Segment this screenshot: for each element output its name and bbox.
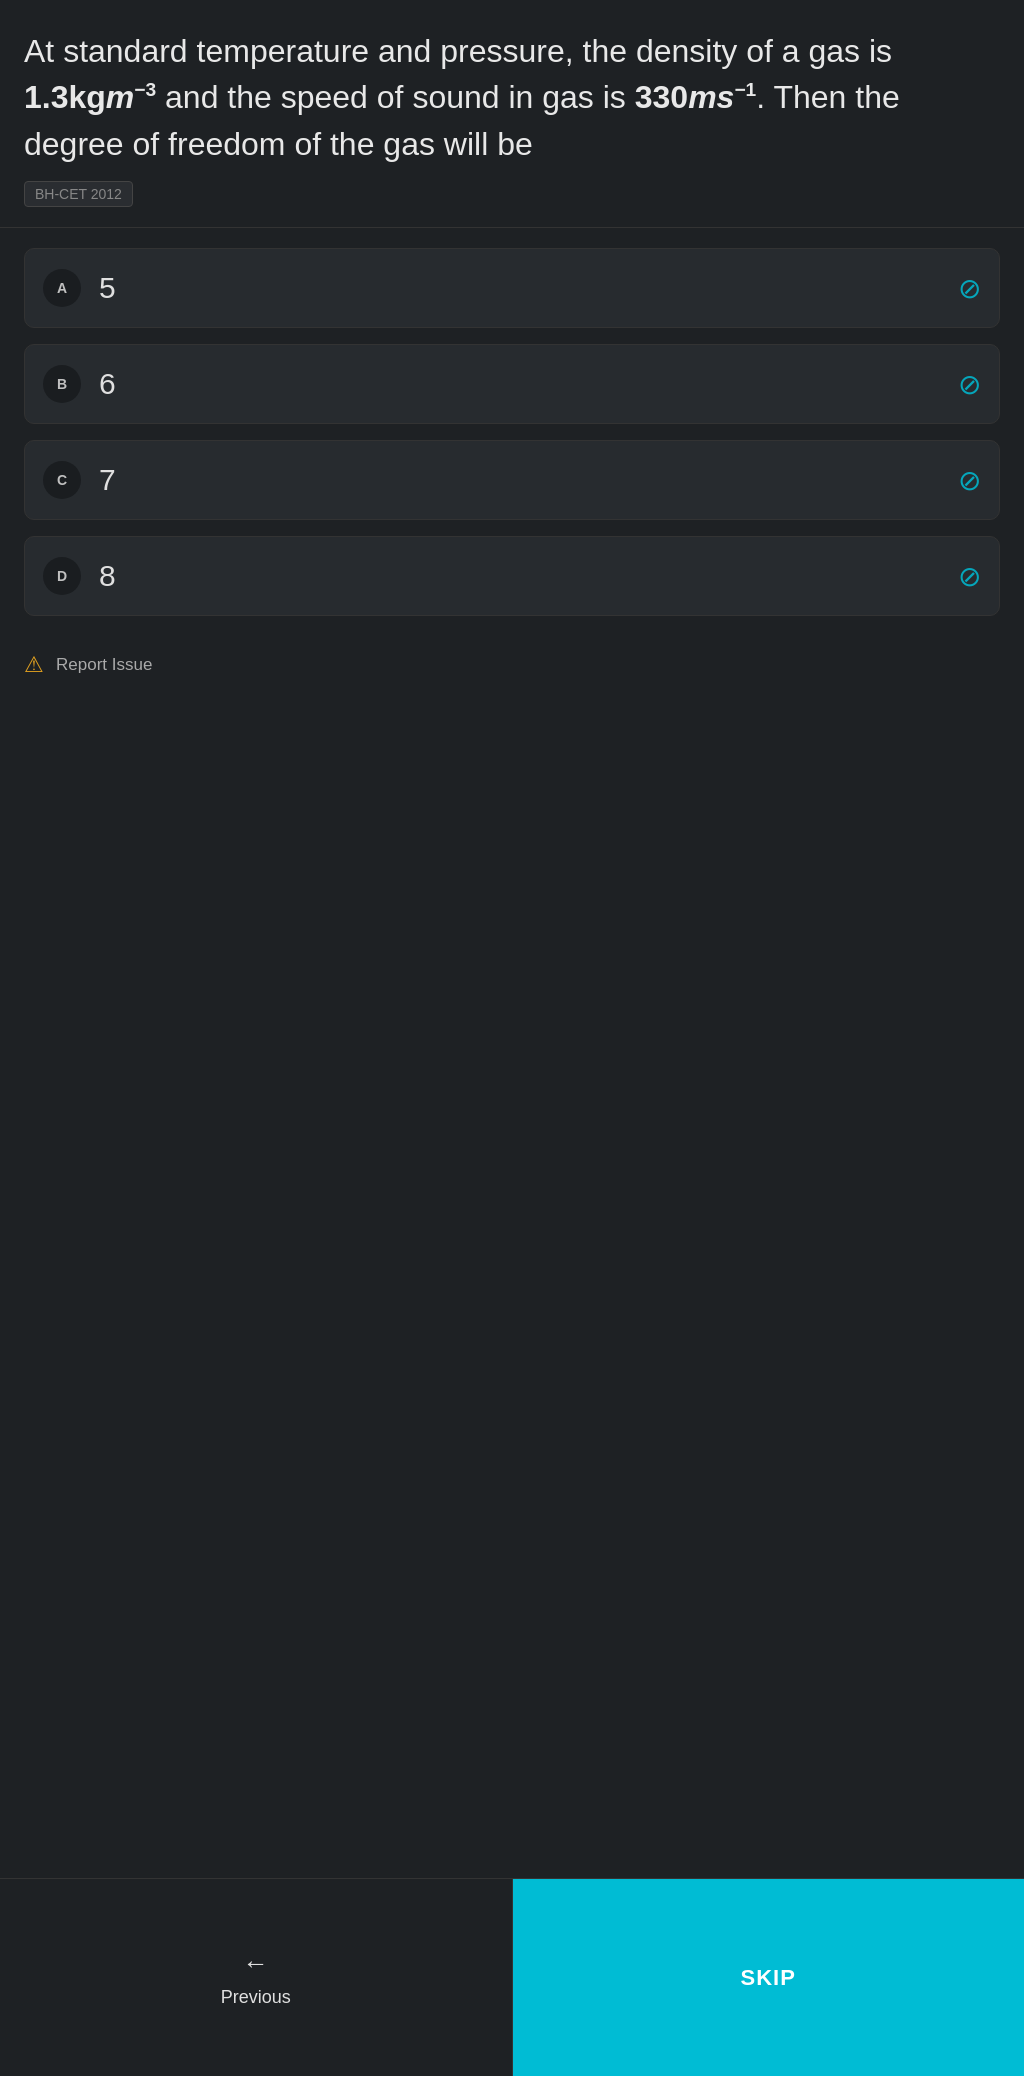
bottom-navigation: ← Previous SKIP: [0, 1878, 1024, 2076]
skip-label: SKIP: [741, 1965, 796, 1991]
speed-value: 330ms−1: [635, 79, 757, 115]
report-issue-button[interactable]: ⚠ Report Issue: [0, 632, 1024, 698]
option-a-deselect-icon: ⊘: [958, 272, 981, 305]
source-tag: BH-CET 2012: [24, 181, 133, 207]
option-a-value: 5: [99, 271, 116, 305]
option-d-left: D 8: [43, 557, 116, 595]
warning-icon: ⚠: [24, 652, 44, 678]
option-b[interactable]: B 6 ⊘: [24, 344, 1000, 424]
question-text: At standard temperature and pressure, th…: [24, 28, 1000, 167]
option-a-left: A 5: [43, 269, 116, 307]
skip-button[interactable]: SKIP: [513, 1879, 1025, 2076]
option-c-badge: C: [43, 461, 81, 499]
option-d-badge: D: [43, 557, 81, 595]
previous-label: Previous: [221, 1987, 291, 2008]
option-a-badge: A: [43, 269, 81, 307]
option-d[interactable]: D 8 ⊘: [24, 536, 1000, 616]
option-b-badge: B: [43, 365, 81, 403]
question-section: At standard temperature and pressure, th…: [0, 0, 1024, 228]
content-spacer: [0, 698, 1024, 1398]
option-c-value: 7: [99, 463, 116, 497]
option-b-value: 6: [99, 367, 116, 401]
options-container: A 5 ⊘ B 6 ⊘ C 7 ⊘ D 8 ⊘: [0, 228, 1024, 616]
option-b-deselect-icon: ⊘: [958, 368, 981, 401]
option-d-value: 8: [99, 559, 116, 593]
report-issue-text: Report Issue: [56, 655, 152, 675]
option-c-deselect-icon: ⊘: [958, 464, 981, 497]
option-b-left: B 6: [43, 365, 116, 403]
option-a[interactable]: A 5 ⊘: [24, 248, 1000, 328]
option-c[interactable]: C 7 ⊘: [24, 440, 1000, 520]
density-value: 1.3kgm−3: [24, 79, 156, 115]
previous-button[interactable]: ← Previous: [0, 1879, 512, 2076]
option-d-deselect-icon: ⊘: [958, 560, 981, 593]
option-c-left: C 7: [43, 461, 116, 499]
back-arrow-icon: ←: [243, 1948, 269, 1979]
